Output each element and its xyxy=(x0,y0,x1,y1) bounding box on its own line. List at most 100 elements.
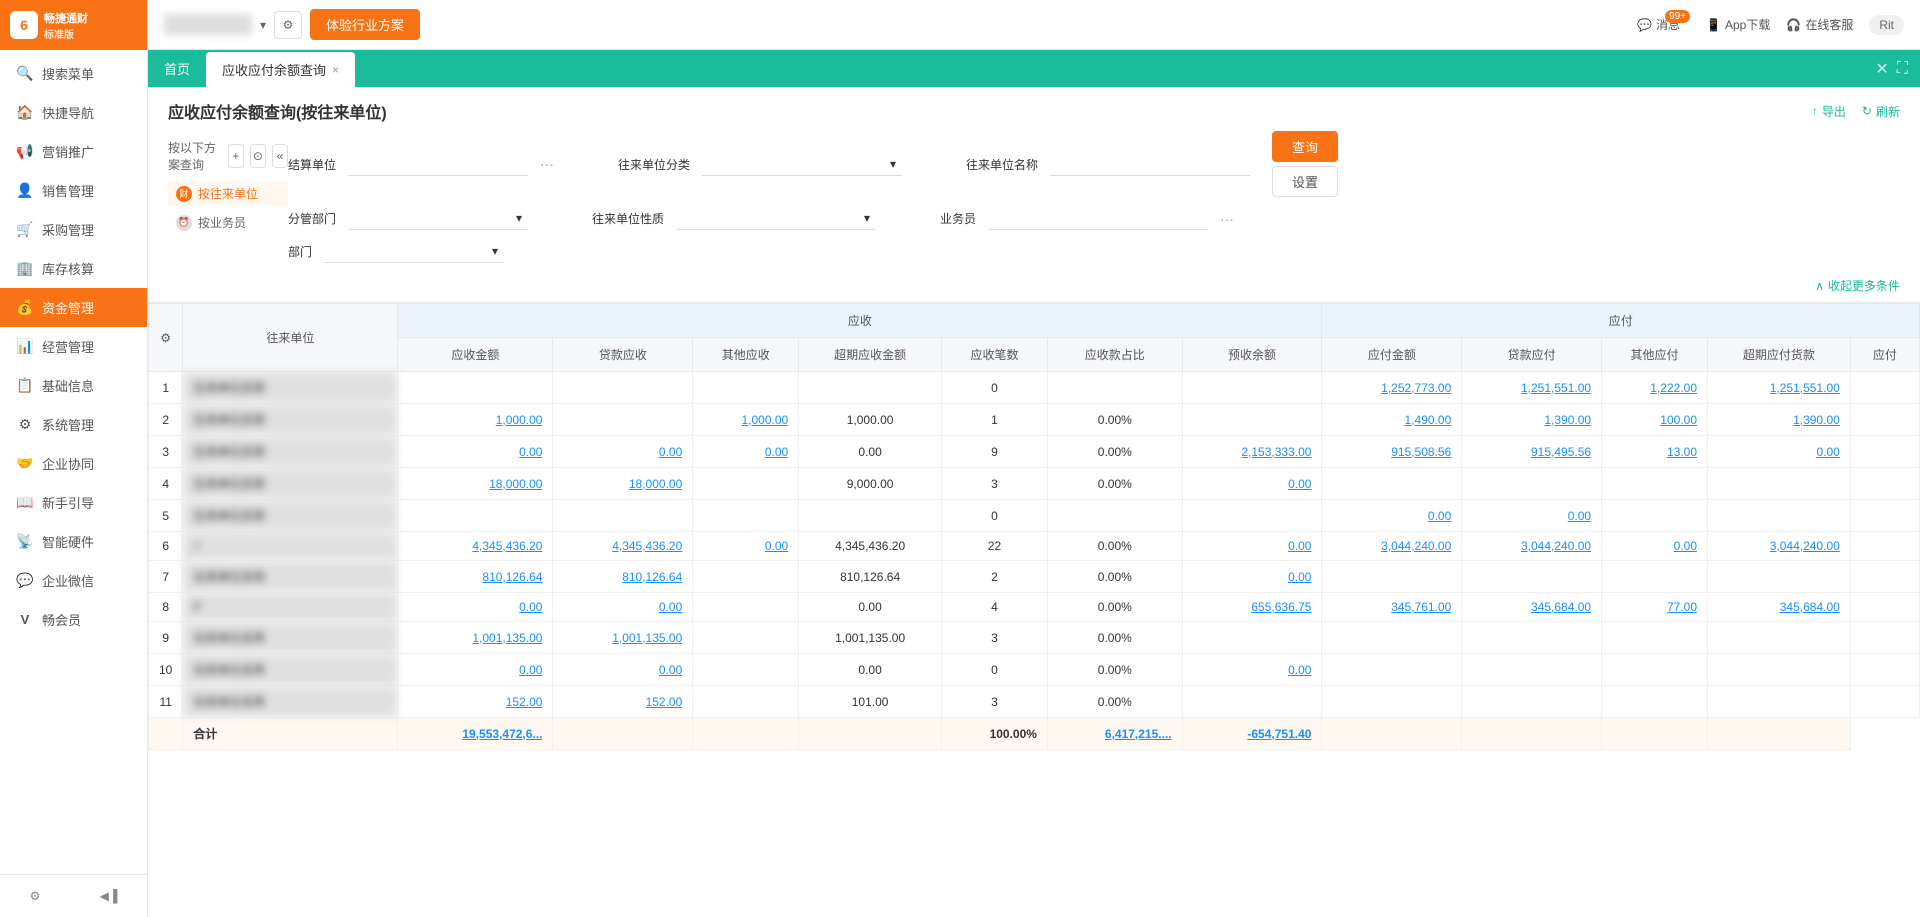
sidebar-item-member[interactable]: V 畅会员 xyxy=(0,600,147,639)
app-edition: 标准版 xyxy=(44,26,88,41)
partner-name-cell: 往来单位名称 xyxy=(183,654,398,686)
member-icon: V xyxy=(16,611,34,629)
marketing-icon: 📢 xyxy=(16,143,34,161)
sidebar-item-marketing[interactable]: 📢 营销推广 xyxy=(0,132,147,171)
page-header: 应收应付余额查询(按往来单位) ↑ 导出 ↻ 刷新 xyxy=(148,87,1920,303)
guide-icon: 📖 xyxy=(16,494,34,512)
summary-ar-prepay[interactable]: 6,417,215.... xyxy=(1047,718,1182,750)
th-ap-loan: 贷款应付 xyxy=(1462,338,1602,372)
salesperson-dots[interactable]: ··· xyxy=(1220,211,1234,227)
table-container[interactable]: ⚙ 往来单位 应收 应付 应收金额 贷款应收 其他应收 超期应收金额 应收笔数 … xyxy=(148,303,1920,917)
sidebar-settings-btn[interactable]: ⚙ xyxy=(20,883,51,909)
edit-scheme-btn[interactable]: ⊙ xyxy=(250,144,266,168)
settlement-unit-input[interactable] xyxy=(348,153,528,176)
app-label: App下载 xyxy=(1725,16,1770,33)
sidebar-item-purchase[interactable]: 🛒 采购管理 xyxy=(0,210,147,249)
table-row: 11往来单位名称152.00152.00101.0030.00% xyxy=(149,686,1920,718)
topbar: 资金管理路径 ▾ ⚙ 体验行业方案 💬 消息 99+ 📱 App下载 🎧 在线客… xyxy=(148,0,1920,50)
topbar-dropdown[interactable]: ▾ xyxy=(260,18,266,32)
query-btn[interactable]: 查询 xyxy=(1272,131,1338,162)
collapse-scheme-btn[interactable]: « xyxy=(272,144,288,168)
message-btn[interactable]: 💬 消息 99+ xyxy=(1637,16,1680,33)
sidebar-item-label: 智能硬件 xyxy=(42,532,94,551)
topbar-left: 资金管理路径 ▾ ⚙ 体验行业方案 xyxy=(164,9,1625,40)
branch-dept-label: 分管部门 xyxy=(288,210,336,227)
settlement-unit-dots[interactable]: ··· xyxy=(540,156,554,172)
sidebar-item-base-info[interactable]: 📋 基础信息 xyxy=(0,366,147,405)
export-icon: ↑ xyxy=(1812,104,1818,118)
sidebar-item-search[interactable]: 🔍 搜索菜单 xyxy=(0,54,147,93)
partner-category-label: 往来单位分类 xyxy=(618,156,690,173)
sidebar-item-smart-hw[interactable]: 📡 智能硬件 xyxy=(0,522,147,561)
refresh-btn[interactable]: ↻ 刷新 xyxy=(1862,103,1900,120)
export-btn[interactable]: ↑ 导出 xyxy=(1812,103,1846,120)
table-row: 7往来单位名称810,126.64810,126.64810,126.6420.… xyxy=(149,561,1920,593)
table-row: 9往来单位名称1,001,135.001,001,135.001,001,135… xyxy=(149,622,1920,654)
table-row: 5往来单位名称00.000.00 xyxy=(149,500,1920,532)
sidebar-item-coop[interactable]: 🤝 企业协同 xyxy=(0,444,147,483)
service-btn[interactable]: 🎧 在线客服 xyxy=(1786,16,1853,33)
sidebar-item-wx[interactable]: 💬 企业微信 xyxy=(0,561,147,600)
partner-name-cell: 往来单位名称 xyxy=(183,686,398,718)
coop-icon: 🤝 xyxy=(16,455,34,473)
partner-nature-select[interactable]: ▾ xyxy=(676,207,876,230)
salesperson-input[interactable] xyxy=(988,207,1208,230)
data-table: ⚙ 往来单位 应收 应付 应收金额 贷款应收 其他应收 超期应收金额 应收笔数 … xyxy=(148,303,1920,750)
table-row: 6√4,345,436.204,345,436.200.004,345,436.… xyxy=(149,532,1920,561)
sidebar-item-sales[interactable]: 👤 销售管理 xyxy=(0,171,147,210)
refresh-icon: ↻ xyxy=(1862,104,1872,118)
tab-close-btn[interactable]: × xyxy=(332,63,339,77)
sidebar-item-quick-nav[interactable]: 🏠 快捷导航 xyxy=(0,93,147,132)
branch-dept-select[interactable]: ▾ xyxy=(348,207,528,230)
chevron-down-icon-4: ▾ xyxy=(492,244,498,258)
partner-category-select[interactable]: ▾ xyxy=(702,153,902,176)
sidebar-item-label: 企业微信 xyxy=(42,571,94,590)
table-row: 10往来单位名称0.000.000.0000.00%0.00 xyxy=(149,654,1920,686)
sidebar-item-inventory[interactable]: 🏢 库存核算 xyxy=(0,249,147,288)
scheme-item-partner[interactable]: 财 按往来单位 xyxy=(168,181,288,206)
sidebar-item-label: 搜索菜单 xyxy=(42,64,94,83)
refresh-label: 刷新 xyxy=(1876,103,1900,120)
app-icon: 📱 xyxy=(1706,18,1721,32)
summary-ar-total[interactable]: 19,553,472,6... xyxy=(398,718,553,750)
partner-name-input[interactable] xyxy=(1050,153,1250,176)
sidebar-item-finance[interactable]: 💰 资金管理 xyxy=(0,288,147,327)
chevron-down-icon-3: ▾ xyxy=(864,211,870,225)
tab-bar: 首页 应收应付余额查询 × ✕ ⛶ xyxy=(148,50,1920,87)
setting-btn[interactable]: 设置 xyxy=(1272,166,1338,197)
smart-hw-icon: 📡 xyxy=(16,533,34,551)
collapse-btn[interactable]: ∧ 收起更多条件 xyxy=(1815,277,1900,294)
sidebar-nav: 🔍 搜索菜单 🏠 快捷导航 📢 营销推广 👤 销售管理 🛒 采购管理 🏢 xyxy=(0,50,147,874)
dept-select[interactable]: ▾ xyxy=(324,240,504,263)
service-icon: 🎧 xyxy=(1786,18,1801,32)
tab-close-window-btn[interactable]: ✕ xyxy=(1875,59,1888,79)
scheme-label: 按以下方案查询 xyxy=(168,139,222,173)
sidebar-item-system[interactable]: ⚙ 系统管理 xyxy=(0,405,147,444)
summary-ap-total[interactable]: -654,751.40 xyxy=(1182,718,1322,750)
tab-active[interactable]: 应收应付余额查询 × xyxy=(206,52,355,87)
scheme-icon-salesperson: ⏰ xyxy=(176,215,192,231)
scheme-item-salesperson[interactable]: ⏰ 按业务员 xyxy=(168,210,288,235)
system-icon: ⚙ xyxy=(16,416,34,434)
message-icon: 💬 xyxy=(1637,18,1652,32)
partner-name-cell: 往来单位名称 xyxy=(183,436,398,468)
base-info-icon: 📋 xyxy=(16,377,34,395)
topbar-gear-btn[interactable]: ⚙ xyxy=(274,11,302,39)
filter-row-1: 结算单位 ··· 往来单位分类 ▾ 往来单位名称 xyxy=(288,131,1900,197)
sidebar-collapse-btn[interactable]: ◀▐ xyxy=(90,883,128,909)
topbar-right: 💬 消息 99+ 📱 App下载 🎧 在线客服 Rit xyxy=(1637,15,1904,35)
solution-btn[interactable]: 体验行业方案 xyxy=(310,9,420,40)
tab-home[interactable]: 首页 xyxy=(148,51,206,86)
sidebar-item-guide[interactable]: 📖 新手引导 xyxy=(0,483,147,522)
th-ar-prepay: 预收余额 xyxy=(1182,338,1322,372)
summary-label: 合计 xyxy=(183,718,398,750)
sidebar-item-management[interactable]: 📊 经营管理 xyxy=(0,327,147,366)
add-scheme-btn[interactable]: + xyxy=(228,144,244,168)
scheme-panel-header: 按以下方案查询 + ⊙ « xyxy=(168,139,288,173)
user-menu[interactable]: Rit xyxy=(1869,15,1904,35)
th-settings[interactable]: ⚙ xyxy=(149,304,183,372)
th-ar-other: 其他应收 xyxy=(693,338,799,372)
purchase-icon: 🛒 xyxy=(16,221,34,239)
app-download-btn[interactable]: 📱 App下载 xyxy=(1706,16,1770,33)
tab-maximize-btn[interactable]: ⛶ xyxy=(1897,60,1908,78)
